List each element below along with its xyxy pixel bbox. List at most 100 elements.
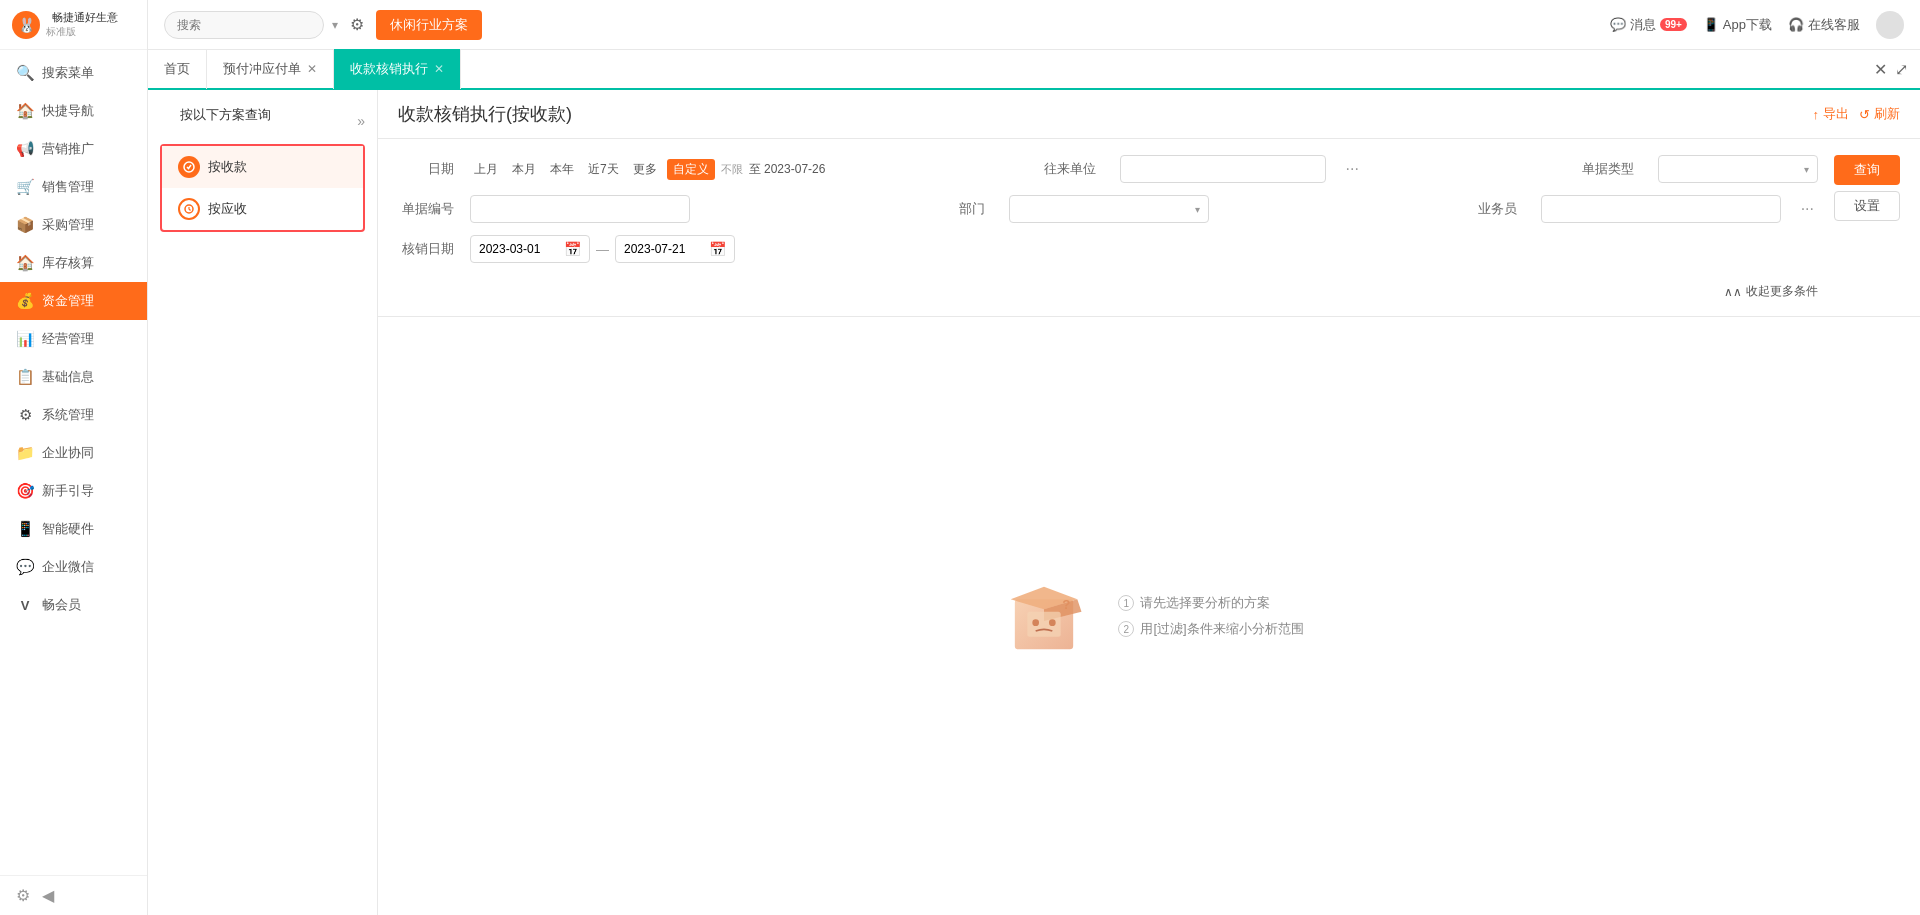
sidebar-label-operation: 经营管理: [42, 330, 94, 348]
app-logo: 🐰 畅捷通好生意 标准版: [0, 0, 147, 50]
filter-by-payable-label: 按应收: [208, 200, 247, 218]
payable-filter-icon: [178, 198, 200, 220]
sidebar-item-search-menu[interactable]: 🔍 搜索菜单: [0, 54, 147, 92]
main-content: ▾ ⚙ 休闲行业方案 💬 消息 99+ 📱 App下载 🎧 在线客服 首页: [148, 0, 1920, 915]
online-service-action[interactable]: 🎧 在线客服: [1788, 16, 1860, 34]
filter-panel: 按以下方案查询 » 按收款 按应收: [148, 90, 378, 915]
tab-home-label: 首页: [164, 60, 190, 78]
sidebar-item-sales[interactable]: 🛒 销售管理: [0, 168, 147, 206]
weixin-icon: 💬: [16, 558, 34, 576]
topbar-chevron-icon[interactable]: ▾: [332, 18, 338, 32]
date-shortcut-this-month[interactable]: 本月: [508, 159, 540, 180]
sidebar-item-hardware[interactable]: 📱 智能硬件: [0, 510, 147, 548]
dept-label: 部门: [959, 200, 985, 218]
tab-home[interactable]: 首页: [148, 49, 207, 89]
condition-row-1: 日期 上月 本月 本年 近7天 更多 自定义 不限 至 2023-07-26: [398, 155, 1818, 183]
date-label: 日期: [398, 160, 454, 178]
sidebar-label-hardware: 智能硬件: [42, 520, 94, 538]
verify-date-start-input[interactable]: 2023-03-01 📅: [470, 235, 590, 263]
sidebar-footer: ⚙ ◀: [0, 875, 147, 915]
filter-item-by-receipt[interactable]: 按收款: [162, 146, 363, 188]
partner-input[interactable]: [1120, 155, 1325, 183]
verify-date-start-calendar-icon[interactable]: 📅: [564, 241, 581, 257]
app-download-action[interactable]: 📱 App下载: [1703, 16, 1772, 34]
sales-icon: 🛒: [16, 178, 34, 196]
tip-num-1: 1: [1118, 595, 1134, 611]
sidebar-item-inventory[interactable]: 🏠 库存核算: [0, 244, 147, 282]
query-button[interactable]: 查询: [1834, 155, 1900, 185]
close-window-icon[interactable]: ✕: [1874, 60, 1887, 79]
solution-button[interactable]: 休闲行业方案: [376, 10, 482, 40]
topbar-gear-icon[interactable]: ⚙: [350, 15, 364, 34]
inventory-icon: 🏠: [16, 254, 34, 272]
tab-prepay-close-icon[interactable]: ✕: [307, 62, 317, 76]
finance-icon: 💰: [16, 292, 34, 310]
tab-prepay[interactable]: 预付冲应付单 ✕: [207, 49, 334, 89]
sidebar-item-marketing[interactable]: 📢 营销推广: [0, 130, 147, 168]
logo-icon: 🐰: [12, 11, 40, 39]
sidebar-item-quick-nav[interactable]: 🏠 快捷导航: [0, 92, 147, 130]
empty-tip-1: 1 请先选择要分析的方案: [1118, 594, 1303, 612]
sidebar-label-weixin: 企业微信: [42, 558, 94, 576]
tab-receipt-close-icon[interactable]: ✕: [434, 62, 444, 76]
member-icon: V: [16, 596, 34, 614]
partner-label: 往来单位: [1044, 160, 1096, 178]
refresh-button[interactable]: ↺ 刷新: [1859, 105, 1900, 123]
collapse-sidebar-icon[interactable]: ◀: [42, 886, 54, 905]
page-title: 收款核销执行(按收款): [398, 102, 572, 126]
sidebar-item-operation[interactable]: 📊 经营管理: [0, 320, 147, 358]
date-shortcuts: 上月 本月 本年 近7天 更多 自定义 不限 至 2023-07-26: [470, 159, 825, 180]
date-shortcut-more[interactable]: 更多: [629, 159, 661, 180]
expand-window-icon[interactable]: ⤢: [1895, 60, 1908, 79]
sidebar-label-marketing: 营销推广: [42, 140, 94, 158]
sidebar-label-purchase: 采购管理: [42, 216, 94, 234]
sidebar-item-weixin[interactable]: 💬 企业微信: [0, 548, 147, 586]
partner-dots-icon[interactable]: ···: [1342, 160, 1363, 178]
sidebar-item-basic-info[interactable]: 📋 基础信息: [0, 358, 147, 396]
sidebar-item-member[interactable]: V 畅会员: [0, 586, 147, 624]
date-shortcut-custom[interactable]: 自定义: [667, 159, 715, 180]
dept-select[interactable]: ▾: [1009, 195, 1209, 223]
user-avatar[interactable]: [1876, 11, 1904, 39]
sidebar-item-enterprise[interactable]: 📁 企业协同: [0, 434, 147, 472]
collapse-more-icon: ∧∧: [1724, 285, 1742, 299]
verify-date-end-input[interactable]: 2023-07-21 📅: [615, 235, 735, 263]
date-shortcut-this-year[interactable]: 本年: [546, 159, 578, 180]
svg-point-5: [1049, 619, 1056, 626]
sidebar-label-sales: 销售管理: [42, 178, 94, 196]
svg-point-4: [1033, 619, 1040, 626]
message-action[interactable]: 💬 消息 99+: [1610, 16, 1687, 34]
filter-collapse-icon[interactable]: »: [357, 113, 365, 129]
window-controls: ✕ ⤢: [1874, 60, 1920, 79]
filter-item-by-payable[interactable]: 按应收: [162, 188, 363, 230]
action-buttons: 查询 设置: [1834, 155, 1900, 221]
sidebar-item-purchase[interactable]: 📦 采购管理: [0, 206, 147, 244]
sidebar-label-search-menu: 搜索菜单: [42, 64, 94, 82]
collapse-more-button[interactable]: ∧∧ 收起更多条件: [1724, 283, 1818, 300]
sidebar-label-system: 系统管理: [42, 406, 94, 424]
export-button[interactable]: ↑ 导出: [1813, 105, 1850, 123]
date-shortcut-last-month[interactable]: 上月: [470, 159, 502, 180]
sidebar-item-guide[interactable]: 🎯 新手引导: [0, 472, 147, 510]
topbar-search-input[interactable]: [164, 11, 324, 39]
service-icon: 🎧: [1788, 17, 1804, 32]
date-shortcut-7days[interactable]: 近7天: [584, 159, 623, 180]
message-label: 消息: [1630, 16, 1656, 34]
empty-tips: 1 请先选择要分析的方案 2 用[过滤]条件来缩小分析范围: [1118, 594, 1303, 638]
verify-date-end-calendar-icon[interactable]: 📅: [709, 241, 726, 257]
sidebar-item-system[interactable]: ⚙ 系统管理: [0, 396, 147, 434]
collapse-more-area: ∧∧ 收起更多条件: [398, 275, 1818, 300]
settings-button[interactable]: 设置: [1834, 191, 1900, 221]
tab-receipt[interactable]: 收款核销执行 ✕: [334, 49, 461, 89]
refresh-icon: ↺: [1859, 107, 1870, 122]
sidebar-item-finance[interactable]: 💰 资金管理: [0, 282, 147, 320]
svg-text:?: ?: [1063, 597, 1071, 612]
message-icon: 💬: [1610, 17, 1626, 32]
staff-dots-icon[interactable]: ···: [1797, 200, 1818, 218]
staff-input[interactable]: [1541, 195, 1781, 223]
page-area: 按以下方案查询 » 按收款 按应收: [148, 90, 1920, 915]
bill-type-select[interactable]: ▾: [1658, 155, 1818, 183]
bill-number-input[interactable]: [470, 195, 690, 223]
empty-state: ? 1 请先选择要分析的方案 2 用[过滤]条件来缩小分析范围: [378, 317, 1920, 915]
settings-icon[interactable]: ⚙: [16, 886, 30, 905]
